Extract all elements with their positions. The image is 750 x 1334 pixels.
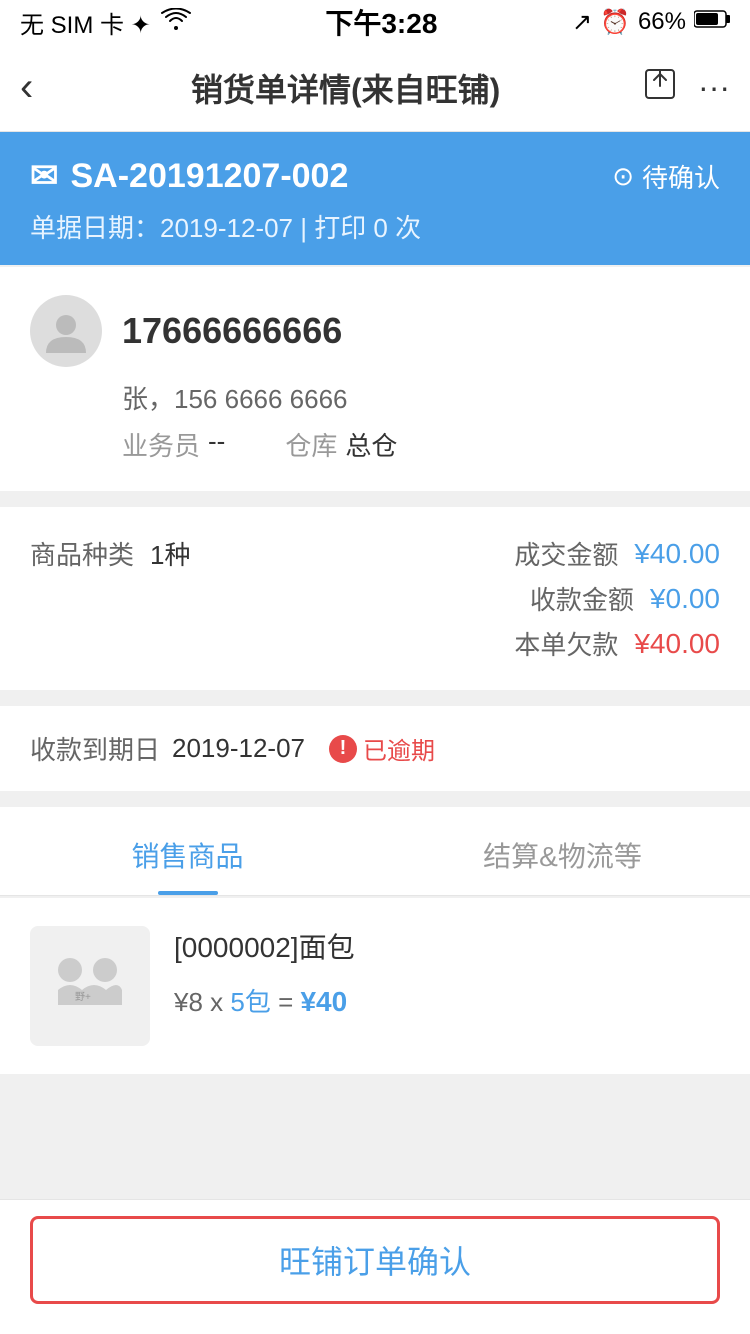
product-thumbnail: 野+ bbox=[50, 950, 130, 1022]
status-time: 下午3:28 bbox=[325, 2, 437, 42]
due-date-card: 收款到期日 2019-12-07 ! 已逾期 bbox=[0, 706, 750, 791]
product-section: 野+ [0000002]面包 ¥8 x 5包 = ¥40 bbox=[0, 898, 750, 1074]
product-types-value: 1种 bbox=[150, 535, 190, 572]
wifi-icon bbox=[161, 8, 191, 37]
battery-icon bbox=[694, 8, 730, 36]
bottom-bar: 旺铺订单确认 bbox=[0, 1199, 750, 1334]
nav-bar: ‹ 销货单详情(来自旺铺) ··· bbox=[0, 44, 750, 132]
salesperson-label: 业务员 bbox=[122, 426, 200, 463]
overdue-icon: ! bbox=[329, 735, 357, 763]
amounts: 成交金额 ¥40.00 收款金额 ¥0.00 本单欠款 ¥40.00 bbox=[514, 535, 720, 662]
deal-amount-value: ¥40.00 bbox=[634, 538, 720, 570]
page-title: 销货单详情(来自旺铺) bbox=[49, 65, 642, 111]
share-icon[interactable] bbox=[642, 66, 678, 110]
more-icon[interactable]: ··· bbox=[698, 69, 730, 106]
location-icon: ↗ bbox=[572, 8, 592, 37]
customer-name: 张，156 6666 6666 bbox=[30, 379, 720, 416]
confirm-button[interactable]: 旺铺订单确认 bbox=[30, 1216, 720, 1304]
overdue-text: 已逾期 bbox=[363, 731, 435, 766]
due-label: 收款到期日 bbox=[30, 730, 160, 767]
alarm-icon: ⏰ bbox=[600, 8, 630, 37]
product-details: [0000002]面包 ¥8 x 5包 = ¥40 bbox=[174, 926, 720, 1019]
product-image: 野+ bbox=[30, 926, 150, 1046]
no-sim-text: 无 SIM 卡 ✦ bbox=[20, 5, 151, 40]
order-date: 单据日期：2019-12-07 | 打印 0 次 bbox=[30, 208, 720, 245]
order-status: ⊙ 待确认 bbox=[612, 158, 720, 195]
avatar bbox=[30, 295, 102, 367]
owed-value: ¥40.00 bbox=[634, 628, 720, 660]
tab-sales-products[interactable]: 销售商品 bbox=[0, 807, 375, 895]
customer-card: 17666666666 张，156 6666 6666 业务员 -- 仓库 总仓 bbox=[0, 267, 750, 491]
order-header: ✉ SA-20191207-002 ⊙ 待确认 单据日期：2019-12-07 … bbox=[0, 132, 750, 265]
nav-actions: ··· bbox=[642, 66, 730, 110]
product-types-label: 商品种类 bbox=[30, 535, 134, 572]
deal-amount-label: 成交金额 bbox=[514, 535, 618, 572]
product-item: 野+ [0000002]面包 ¥8 x 5包 = ¥40 bbox=[0, 898, 750, 1074]
order-icon: ✉ bbox=[30, 156, 59, 196]
overdue-badge: ! 已逾期 bbox=[329, 731, 435, 766]
svg-text:野+: 野+ bbox=[75, 991, 91, 1003]
back-button[interactable]: ‹ bbox=[20, 65, 49, 110]
status-left: 无 SIM 卡 ✦ bbox=[20, 5, 191, 40]
received-label: 收款金额 bbox=[530, 580, 634, 617]
warehouse-value: 总仓 bbox=[345, 426, 397, 463]
product-name: [0000002]面包 bbox=[174, 926, 720, 966]
price-suffix: = bbox=[271, 987, 301, 1017]
price-prefix: ¥8 x bbox=[174, 987, 230, 1017]
due-date: 2019-12-07 bbox=[172, 733, 305, 764]
battery-text: 66% bbox=[638, 8, 686, 36]
product-price: ¥8 x 5包 = ¥40 bbox=[174, 982, 720, 1019]
customer-meta: 业务员 -- 仓库 总仓 bbox=[30, 426, 720, 463]
summary-card: 商品种类 1种 成交金额 ¥40.00 收款金额 ¥0.00 本单欠款 ¥40.… bbox=[0, 507, 750, 690]
received-value: ¥0.00 bbox=[650, 583, 720, 615]
warehouse-label: 仓库 bbox=[285, 426, 337, 463]
status-right: ↗ ⏰ 66% bbox=[572, 8, 730, 37]
status-bar: 无 SIM 卡 ✦ 下午3:28 ↗ ⏰ 66% bbox=[0, 0, 750, 44]
salesperson-value: -- bbox=[208, 426, 225, 463]
customer-phone: 17666666666 bbox=[122, 310, 342, 352]
clock-icon: ⊙ bbox=[612, 161, 634, 192]
tabs: 销售商品 结算&物流等 bbox=[0, 807, 750, 896]
order-id: ✉ SA-20191207-002 bbox=[30, 156, 348, 196]
owed-label: 本单欠款 bbox=[514, 625, 618, 662]
price-total: ¥40 bbox=[300, 986, 347, 1017]
tab-settlement[interactable]: 结算&物流等 bbox=[375, 807, 750, 895]
price-qty: 5包 bbox=[230, 987, 270, 1017]
